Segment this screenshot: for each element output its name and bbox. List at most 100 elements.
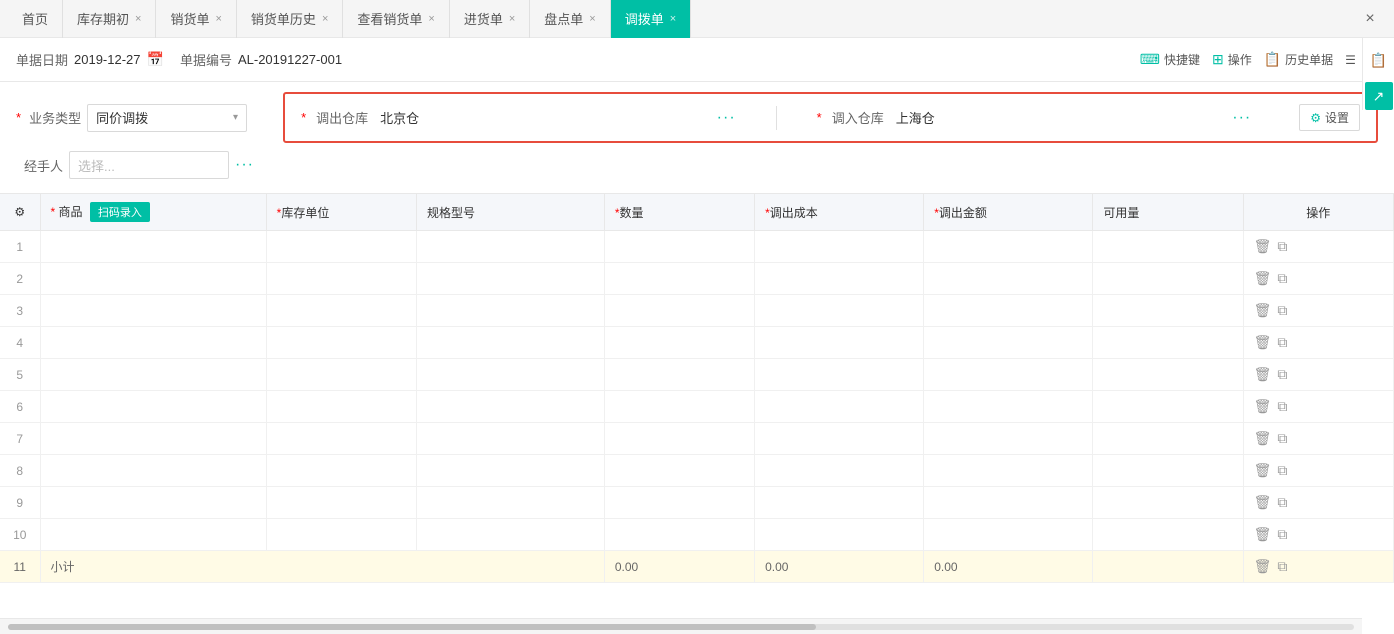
amount-cell[interactable] [924,327,1093,359]
spec-cell[interactable] [416,359,604,391]
product-cell[interactable] [40,391,266,423]
qty-cell[interactable] [604,359,754,391]
amount-cell[interactable] [924,359,1093,391]
spec-cell[interactable] [416,487,604,519]
tab-inventory-init[interactable]: 库存期初 × [63,0,156,38]
amount-cell[interactable] [924,231,1093,263]
handler-more-button[interactable]: ··· [235,156,254,174]
shortcut-button[interactable]: ⌨ 快捷键 [1140,51,1200,68]
calendar-icon[interactable]: 📅 [147,51,164,68]
operations-button[interactable]: ⊞ 操作 [1212,51,1252,68]
product-cell[interactable] [40,263,266,295]
delete-icon[interactable]: 🗑 [1254,270,1272,287]
history-button[interactable]: 📋 历史单据 [1264,51,1333,68]
delete-icon[interactable]: 🗑 [1254,558,1272,575]
delete-icon[interactable]: 🗑 [1254,366,1272,383]
delete-icon[interactable]: 🗑 [1254,430,1272,447]
amount-cell[interactable] [924,423,1093,455]
copy-icon[interactable]: ⧉ [1277,430,1287,447]
settings-button[interactable]: ⚙ 设置 [1299,104,1360,131]
unit-cell[interactable] [266,295,416,327]
close-icon[interactable]: × [509,13,515,25]
unit-cell[interactable] [266,519,416,551]
avail-cell[interactable] [1093,455,1243,487]
copy-icon[interactable]: ⧉ [1277,526,1287,543]
copy-icon[interactable]: ⧉ [1277,238,1287,255]
copy-icon[interactable]: ⧉ [1277,494,1287,511]
spec-cell[interactable] [416,423,604,455]
unit-cell[interactable] [266,263,416,295]
copy-icon[interactable]: ⧉ [1277,302,1287,319]
qty-cell[interactable] [604,295,754,327]
amount-cell[interactable] [924,263,1093,295]
amount-cell[interactable] [924,295,1093,327]
cost-cell[interactable] [755,359,924,391]
unit-cell[interactable] [266,455,416,487]
col-gear[interactable]: ⚙ [0,194,40,231]
unit-cell[interactable] [266,327,416,359]
warehouse-in-more-button[interactable]: ··· [1232,109,1251,127]
spec-cell[interactable] [416,391,604,423]
scan-entry-button[interactable]: 扫码录入 [90,202,150,222]
delete-icon[interactable]: 🗑 [1254,238,1272,255]
qty-cell[interactable] [604,423,754,455]
copy-icon[interactable]: ⧉ [1277,462,1287,479]
amount-cell[interactable] [924,455,1093,487]
spec-cell[interactable] [416,295,604,327]
sidebar-export-icon[interactable]: ↗ [1365,82,1393,110]
tab-home[interactable]: 首页 [8,0,63,38]
delete-icon[interactable]: 🗑 [1254,334,1272,351]
delete-icon[interactable]: 🗑 [1254,398,1272,415]
warehouse-out-more-button[interactable]: ··· [717,109,736,127]
spec-cell[interactable] [416,519,604,551]
qty-cell[interactable] [604,327,754,359]
cost-cell[interactable] [755,263,924,295]
delete-icon[interactable]: 🗑 [1254,462,1272,479]
cost-cell[interactable] [755,423,924,455]
sidebar-doc-icon[interactable]: 📋 [1365,46,1393,74]
qty-cell[interactable] [604,455,754,487]
avail-cell[interactable] [1093,519,1243,551]
product-cell[interactable] [40,359,266,391]
unit-cell[interactable] [266,359,416,391]
business-type-input[interactable]: 同价调拨 ▾ [87,104,247,132]
product-cell[interactable] [40,455,266,487]
close-icon[interactable]: × [589,13,595,25]
avail-cell[interactable] [1093,359,1243,391]
product-cell[interactable] [40,295,266,327]
avail-cell[interactable] [1093,391,1243,423]
close-icon[interactable]: × [322,13,328,25]
product-cell[interactable] [40,519,266,551]
qty-cell[interactable] [604,519,754,551]
product-cell[interactable] [40,231,266,263]
cost-cell[interactable] [755,327,924,359]
unit-cell[interactable] [266,487,416,519]
spec-cell[interactable] [416,263,604,295]
avail-cell[interactable] [1093,263,1243,295]
spec-cell[interactable] [416,231,604,263]
close-icon[interactable]: × [135,13,141,25]
cost-cell[interactable] [755,295,924,327]
window-close-button[interactable]: × [1354,3,1386,35]
unit-cell[interactable] [266,231,416,263]
avail-cell[interactable] [1093,231,1243,263]
bottom-scrollbar[interactable] [0,618,1362,634]
close-icon[interactable]: × [215,13,221,25]
cost-cell[interactable] [755,487,924,519]
layout-list-button[interactable]: ☰ [1345,53,1356,67]
copy-icon[interactable]: ⧉ [1277,398,1287,415]
tab-view-sales[interactable]: 查看销货单 × [343,0,449,38]
tab-purchase-order[interactable]: 进货单 × [450,0,530,38]
avail-cell[interactable] [1093,487,1243,519]
copy-icon[interactable]: ⧉ [1277,334,1287,351]
avail-cell[interactable] [1093,295,1243,327]
delete-icon[interactable]: 🗑 [1254,526,1272,543]
spec-cell[interactable] [416,455,604,487]
close-icon[interactable]: × [670,13,676,25]
avail-cell[interactable] [1093,423,1243,455]
tab-transfer-order[interactable]: 调拨单 × [611,0,691,38]
spec-cell[interactable] [416,327,604,359]
unit-cell[interactable] [266,391,416,423]
product-cell[interactable] [40,487,266,519]
qty-cell[interactable] [604,487,754,519]
